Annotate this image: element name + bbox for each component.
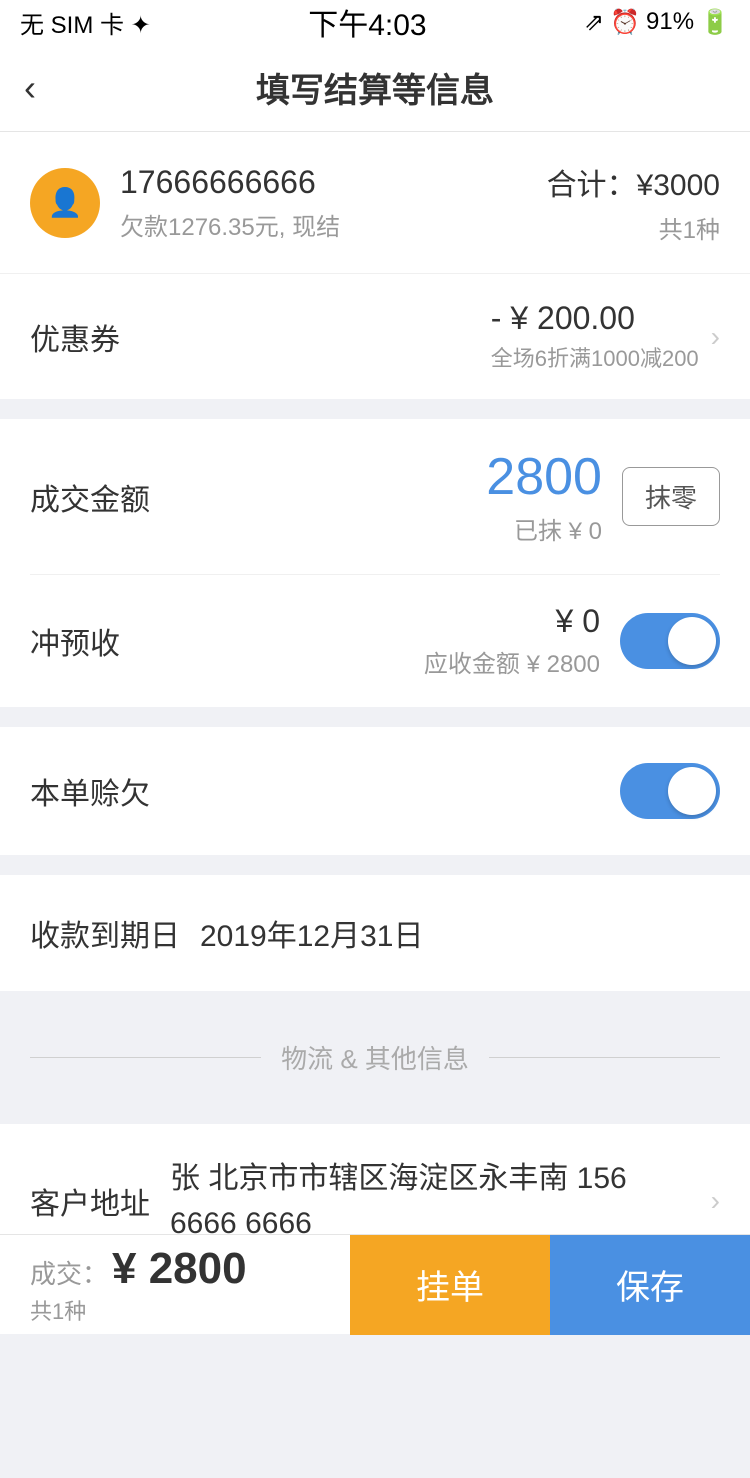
divider-line-right bbox=[489, 1057, 720, 1058]
prepaid-label: 冲预收 bbox=[30, 619, 120, 663]
sim-text: 无 SIM 卡 ✦ bbox=[20, 5, 151, 40]
deal-section: 成交金额 2800 已抹 ¥ 0 抹零 冲预收 ¥ 0 应收金额 ¥ 2800 bbox=[0, 419, 750, 707]
prepaid-amount-info: ¥ 0 应收金额 ¥ 2800 bbox=[424, 603, 600, 679]
prepaid-value: ¥ 0 bbox=[424, 603, 600, 640]
back-button[interactable]: ‹ bbox=[24, 67, 36, 109]
prepaid-sub: 应收金额 ¥ 2800 bbox=[424, 644, 600, 679]
hang-button[interactable]: 挂单 bbox=[350, 1235, 550, 1335]
status-bar: 无 SIM 卡 ✦ 下午4:03 ⇗ ⏰ 91% 🔋 bbox=[0, 0, 750, 44]
status-right: ⇗ ⏰ 91% 🔋 bbox=[584, 8, 730, 37]
customer-left: 👤 17666666666 欠款1276.35元, 现结 bbox=[30, 164, 340, 242]
bottom-bar: 成交： ¥ 2800 共1种 挂单 保存 bbox=[0, 1234, 750, 1334]
customer-right: 合计：¥3000 共1种 bbox=[547, 160, 720, 245]
duedate-label: 收款到期日 bbox=[30, 911, 180, 955]
deal-amount-right: 2800 已抹 ¥ 0 抹零 bbox=[486, 447, 720, 546]
coupon-row[interactable]: 优惠券 - ¥ 200.00 全场6折满1000减200 › bbox=[0, 273, 750, 399]
duedate-section: 收款到期日 2019年12月31日 bbox=[0, 875, 750, 991]
status-left: 无 SIM 卡 ✦ bbox=[20, 5, 151, 40]
coupon-desc: 全场6折满1000减200 bbox=[491, 341, 699, 373]
bottom-deal-count: 共1种 bbox=[30, 1294, 320, 1326]
debt-toggle[interactable] bbox=[620, 763, 720, 819]
deal-amount-sub: 已抹 ¥ 0 bbox=[486, 511, 602, 546]
avatar: 👤 bbox=[30, 168, 100, 238]
customer-section: 👤 17666666666 欠款1276.35元, 现结 合计：¥3000 共1… bbox=[0, 132, 750, 399]
address-value: 张 北京市市辖区海淀区永丰南 156 6666 6666 bbox=[170, 1156, 691, 1246]
customer-row: 👤 17666666666 欠款1276.35元, 现结 合计：¥3000 共1… bbox=[0, 132, 750, 273]
page-title: 填写结算等信息 bbox=[256, 63, 494, 112]
order-total: 合计：¥3000 bbox=[547, 160, 720, 204]
bottom-deal-amount: ¥ 2800 bbox=[112, 1244, 247, 1294]
prepaid-toggle[interactable] bbox=[620, 613, 720, 669]
divider-text: 物流 & 其他信息 bbox=[281, 1039, 469, 1076]
deal-amount-label: 成交金额 bbox=[30, 475, 150, 519]
customer-debt: 欠款1276.35元, 现结 bbox=[120, 207, 340, 242]
bottom-deal-label: 成交： bbox=[30, 1254, 108, 1291]
nav-bar: ‹ 填写结算等信息 bbox=[0, 44, 750, 132]
coupon-label: 优惠券 bbox=[30, 315, 120, 359]
deal-amount-row: 成交金额 2800 已抹 ¥ 0 抹零 bbox=[30, 419, 720, 575]
location-icon: ⇗ bbox=[584, 8, 604, 37]
coupon-chevron-icon: › bbox=[711, 321, 720, 353]
save-button[interactable]: 保存 bbox=[550, 1235, 750, 1335]
customer-phone: 17666666666 bbox=[120, 164, 340, 201]
order-count: 共1种 bbox=[547, 210, 720, 245]
prepaid-row: 冲预收 ¥ 0 应收金额 ¥ 2800 bbox=[30, 575, 720, 707]
duedate-value: 2019年12月31日 bbox=[200, 911, 423, 955]
deal-amount-info: 2800 已抹 ¥ 0 bbox=[486, 447, 602, 546]
coupon-amount: - ¥ 200.00 bbox=[491, 300, 699, 337]
coupon-right: - ¥ 200.00 全场6折满1000减200 › bbox=[491, 300, 720, 373]
coupon-info: - ¥ 200.00 全场6折满1000减200 bbox=[491, 300, 699, 373]
round-button[interactable]: 抹零 bbox=[622, 467, 720, 526]
battery-text: 91% bbox=[646, 8, 694, 36]
debt-label: 本单赊欠 bbox=[30, 769, 150, 813]
deal-amount-value: 2800 bbox=[486, 447, 602, 507]
bottom-deal-line: 成交： ¥ 2800 bbox=[30, 1244, 320, 1294]
status-time: 下午4:03 bbox=[308, 0, 426, 44]
divider-line-left bbox=[30, 1057, 261, 1058]
bottom-summary: 成交： ¥ 2800 共1种 bbox=[0, 1244, 350, 1326]
customer-info: 17666666666 欠款1276.35元, 现结 bbox=[120, 164, 340, 242]
logistics-divider: 物流 & 其他信息 bbox=[0, 1011, 750, 1104]
address-chevron-icon: › bbox=[711, 1185, 720, 1217]
address-label: 客户地址 bbox=[30, 1179, 150, 1223]
prepaid-right: ¥ 0 应收金额 ¥ 2800 bbox=[424, 603, 720, 679]
debt-section: 本单赊欠 bbox=[0, 727, 750, 855]
alarm-icon: ⏰ bbox=[610, 8, 640, 37]
battery-icon: 🔋 bbox=[700, 8, 730, 37]
